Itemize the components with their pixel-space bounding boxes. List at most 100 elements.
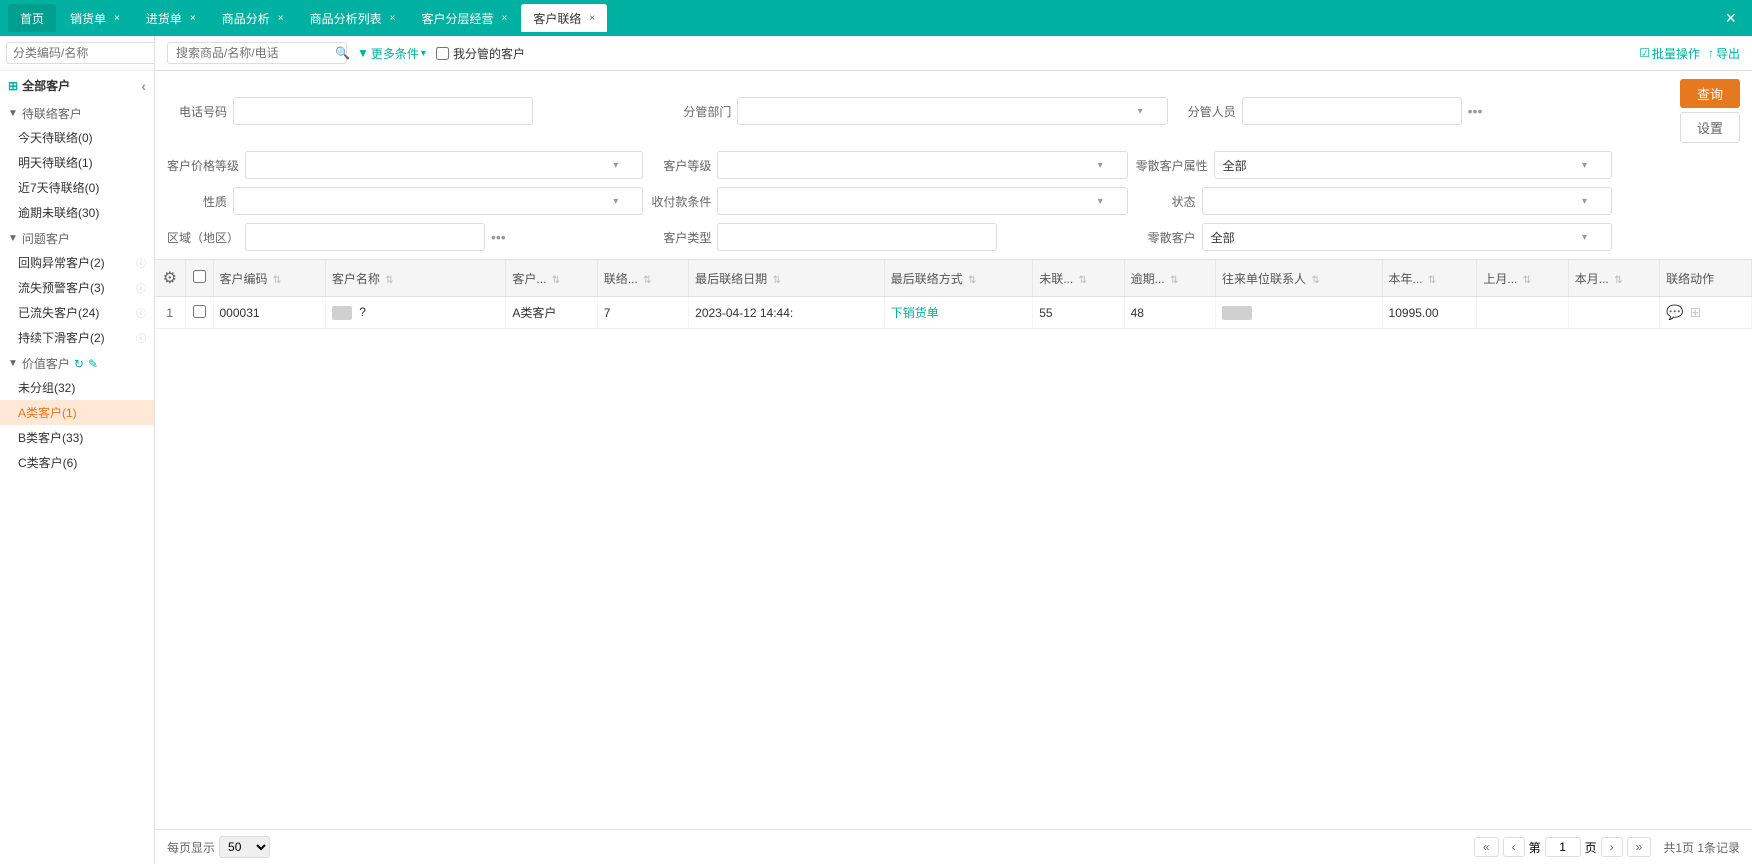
last-method-col-header[interactable]: 最后联络方式 ⇅ xyxy=(884,260,1033,297)
price-grade-select[interactable]: ▾ xyxy=(245,151,643,179)
tab-sales-close[interactable]: × xyxy=(114,13,120,24)
last-method-link[interactable]: 下销货单 xyxy=(891,306,939,320)
search-icon[interactable]: 🔍 xyxy=(335,46,350,60)
section-problem[interactable]: ▼ 问题客户 xyxy=(0,225,154,250)
phone-input[interactable] xyxy=(233,97,533,125)
scattered-select[interactable]: 全部 ▾ xyxy=(1202,223,1612,251)
prev-page-btn[interactable]: ‹ xyxy=(1503,837,1525,857)
manager-input[interactable] xyxy=(1242,97,1462,125)
table-settings-icon[interactable]: ⚙ xyxy=(163,270,177,287)
sidebar-item-declining[interactable]: 持续下滑客户(2) ⓘ xyxy=(0,325,154,350)
region-input[interactable] xyxy=(245,223,485,251)
manager-field: 分管人员 ••• xyxy=(1176,97,1672,125)
section-value[interactable]: ▼ 价值客户 ↻ ✎ xyxy=(0,350,154,375)
more-filters-btn[interactable]: ▼ 更多条件 ▾ xyxy=(357,45,426,62)
payment-chevron: ▾ xyxy=(1098,196,1103,207)
query-button[interactable]: 查询 xyxy=(1680,79,1740,108)
region-dots-icon[interactable]: ••• xyxy=(491,229,506,245)
last-date-col-header[interactable]: 最后联络日期 ⇅ xyxy=(689,260,885,297)
tab-customer-contact-close[interactable]: × xyxy=(589,13,595,24)
comment-icon[interactable]: 💬 xyxy=(1666,304,1683,321)
sidebar-item-7days[interactable]: 近7天待联络(0) xyxy=(0,175,154,200)
tab-goods-analysis-close[interactable]: × xyxy=(278,13,284,24)
customer-grade-select[interactable]: ▾ xyxy=(717,151,1127,179)
first-page-btn[interactable]: « xyxy=(1474,837,1499,857)
all-customers-label: 全部客户 xyxy=(22,77,70,94)
last-page-btn[interactable]: » xyxy=(1627,837,1652,857)
collapse-icon[interactable]: ‹ xyxy=(141,78,146,94)
tab-goods-list-close[interactable]: × xyxy=(390,13,396,24)
tab-customer-segment[interactable]: 客户分层经营 × xyxy=(409,4,519,32)
close-window-icon[interactable]: × xyxy=(1717,4,1744,33)
last-month-col-header[interactable]: 上月... ⇅ xyxy=(1477,260,1568,297)
select-all-checkbox[interactable] xyxy=(193,270,206,283)
all-customers-header[interactable]: ⊞ 全部客户 ‹ xyxy=(0,71,154,100)
tab-sales[interactable]: 销货单 × xyxy=(58,4,132,32)
per-page-select[interactable]: 50 10 20 100 xyxy=(219,836,270,858)
settings-col-header[interactable]: ⚙ xyxy=(155,260,185,297)
qr-icon[interactable]: ⊞ xyxy=(1690,304,1702,321)
batch-op-btn[interactable]: ☑ 批量操作 xyxy=(1639,45,1700,62)
tab-home[interactable]: 首页 xyxy=(8,4,56,32)
table-header-row: ⚙ 客户编码 ⇅ 客户名称 ⇅ xyxy=(155,260,1752,297)
customer-table: ⚙ 客户编码 ⇅ 客户名称 ⇅ xyxy=(155,260,1752,329)
sidebar-item-today[interactable]: 今天待联络(0) xyxy=(0,125,154,150)
my-customers-label: 我分管的客户 xyxy=(453,45,525,62)
this-month-col-header[interactable]: 本月... ⇅ xyxy=(1568,260,1659,297)
overdue-col-header[interactable]: 逾期... ⇅ xyxy=(1124,260,1215,297)
filter-search-input[interactable] xyxy=(176,46,331,60)
tab-goods-analysis[interactable]: 商品分析 × xyxy=(210,4,296,32)
code-col-header[interactable]: 客户编码 ⇅ xyxy=(213,260,325,297)
sidebar-search-input[interactable] xyxy=(6,42,155,64)
nature-label: 性质 xyxy=(167,193,227,210)
tab-customer-contact[interactable]: 客户联络 × xyxy=(521,4,607,32)
contact-col-header[interactable]: 联络... ⇅ xyxy=(597,260,688,297)
settings-button[interactable]: 设置 xyxy=(1680,112,1740,143)
status-select[interactable]: ▾ xyxy=(1202,187,1612,215)
tab-goods-list[interactable]: 商品分析列表 × xyxy=(298,4,408,32)
main-layout: 🔍 ⊞ 全部客户 ‹ ▼ 待联络客户 今天待联络(0) 明天待联络(1) 近7天… xyxy=(0,36,1752,864)
edit-icon[interactable]: ✎ xyxy=(88,357,98,371)
sidebar-item-c-class[interactable]: C类客户(6) xyxy=(0,450,154,475)
tab-purchase-close[interactable]: × xyxy=(190,13,196,24)
row-checkbox[interactable] xyxy=(193,305,206,318)
tab-sales-label: 销货单 xyxy=(70,10,106,27)
7days-label: 近7天待联络(0) xyxy=(18,179,99,196)
sidebar-item-abnormal[interactable]: 回购异常客户(2) ⓘ xyxy=(0,250,154,275)
sidebar-item-a-class[interactable]: A类客户(1) xyxy=(0,400,154,425)
type-col-header[interactable]: 客户... ⇅ xyxy=(506,260,597,297)
customer-type-input[interactable] xyxy=(717,223,997,251)
year-amount-col-header[interactable]: 本年... ⇅ xyxy=(1382,260,1477,297)
manager-dots-icon[interactable]: ••• xyxy=(1468,103,1483,119)
tab-customer-segment-close[interactable]: × xyxy=(501,13,507,24)
sidebar-item-warning[interactable]: 流失预警客户(3) ⓘ xyxy=(0,275,154,300)
uncontact-col-header[interactable]: 未联... ⇅ xyxy=(1033,260,1124,297)
section-pending-contact[interactable]: ▼ 待联络客户 xyxy=(0,100,154,125)
ungroup-label: 未分组(32) xyxy=(18,379,75,396)
price-grade-field: 客户价格等级 ▾ xyxy=(167,151,643,179)
page-input[interactable] xyxy=(1545,837,1581,857)
sidebar-item-tomorrow[interactable]: 明天待联络(1) xyxy=(0,150,154,175)
name-col-header[interactable]: 客户名称 ⇅ xyxy=(325,260,505,297)
next-page-btn[interactable]: › xyxy=(1601,837,1623,857)
contact-col-label: 联络... xyxy=(604,272,638,286)
my-customers-checkbox-label[interactable]: 我分管的客户 xyxy=(436,45,525,62)
refresh-icon[interactable]: ↻ xyxy=(74,357,84,371)
page-label: 第 xyxy=(1529,839,1541,856)
more-filters-label: 更多条件 xyxy=(371,45,419,62)
dept-select[interactable]: ▾ xyxy=(737,97,1167,125)
adv-filter: 电话号码 分管部门 ▾ 分管人员 ••• 查询 设置 xyxy=(155,71,1752,260)
sidebar-item-overdue[interactable]: 逾期未联络(30) xyxy=(0,200,154,225)
sidebar-item-lost[interactable]: 已流失客户(24) ⓘ xyxy=(0,300,154,325)
contact2-col-header[interactable]: 往来单位联系人 ⇅ xyxy=(1215,260,1382,297)
sidebar-item-ungroup[interactable]: 未分组(32) xyxy=(0,375,154,400)
type-col-label: 客户... xyxy=(512,272,546,286)
scattered-attr-select[interactable]: 全部 ▾ xyxy=(1214,151,1612,179)
export-btn[interactable]: ↑ 导出 xyxy=(1708,45,1740,62)
payment-select[interactable]: ▾ xyxy=(717,187,1127,215)
tab-purchase[interactable]: 进货单 × xyxy=(134,4,208,32)
nature-select[interactable]: ▾ xyxy=(233,187,643,215)
dept-field: 分管部门 ▾ xyxy=(671,97,1167,125)
my-customers-checkbox[interactable] xyxy=(436,47,449,60)
sidebar-item-b-class[interactable]: B类客户(33) xyxy=(0,425,154,450)
